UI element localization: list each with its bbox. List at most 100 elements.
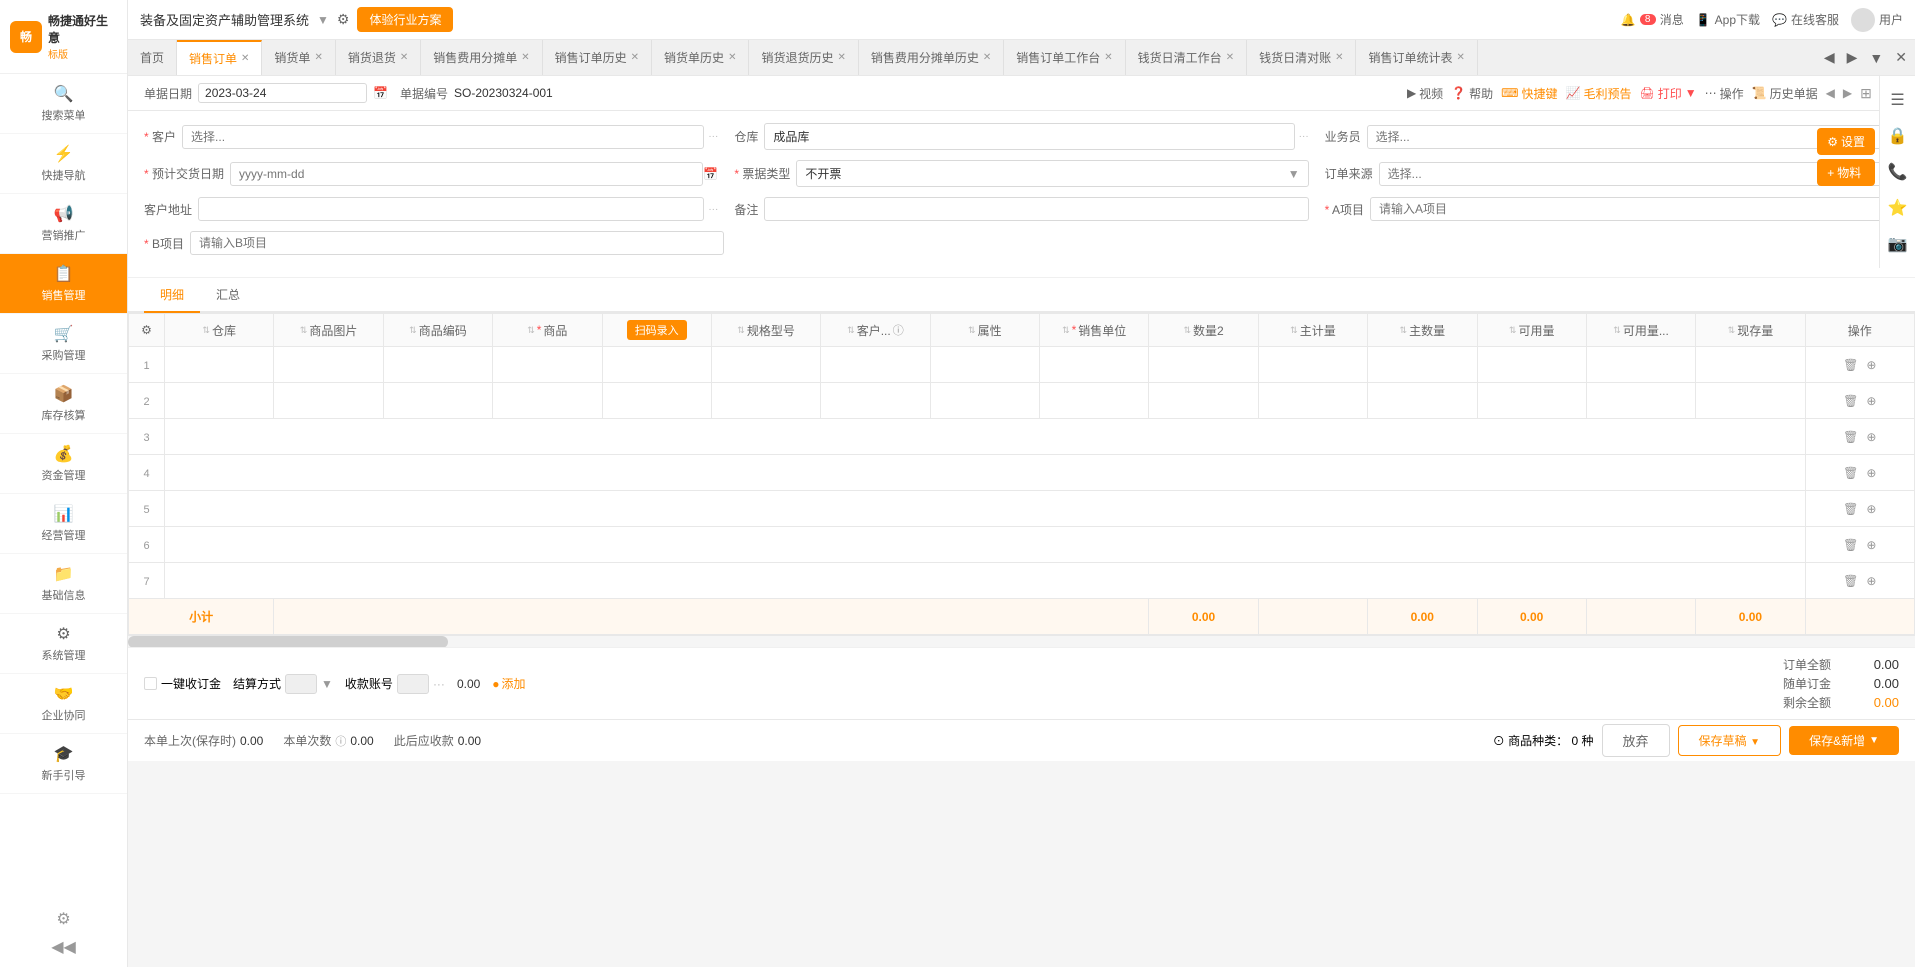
calendar-icon[interactable]: 📅	[373, 86, 388, 100]
warehouse-ellipsis[interactable]: ···	[1299, 131, 1309, 142]
tab-home[interactable]: 首页	[128, 40, 177, 76]
th-image[interactable]: ⇅ 商品图片	[274, 314, 383, 347]
payment-method-select[interactable]	[285, 674, 317, 694]
row-7-delete-btn[interactable]: 🗑	[1841, 572, 1860, 590]
sidebar-item-newbie[interactable]: 🎓 新手引导	[0, 734, 127, 794]
right-panel-camera-btn[interactable]: 📷	[1882, 228, 1914, 260]
tab-cash-reconcile[interactable]: 钱货日清对账 ✕	[1247, 40, 1356, 76]
right-panel-phone-btn[interactable]: 📞	[1882, 156, 1914, 188]
header-settings-btn[interactable]: ⚙	[337, 11, 350, 28]
row-1-unit[interactable]	[1040, 347, 1149, 383]
sidebar-item-finance[interactable]: 💰 资金管理	[0, 434, 127, 494]
date-input[interactable]	[198, 83, 367, 103]
row-4-copy-btn[interactable]: ⊕	[1864, 464, 1878, 482]
row-1-main-qty[interactable]	[1368, 347, 1477, 383]
tab-nav-left[interactable]: ◀	[1820, 47, 1839, 68]
tab-expense-history-close[interactable]: ✕	[983, 52, 991, 63]
sidebar-settings-icon[interactable]: ⚙	[56, 909, 70, 929]
save-draft-button[interactable]: 保存草稿 ▼	[1678, 725, 1782, 756]
tab-close-all[interactable]: ✕	[1891, 47, 1911, 68]
row-2-copy-btn[interactable]: ⊕	[1864, 392, 1878, 410]
right-panel-star-btn[interactable]: ⭐	[1882, 192, 1914, 224]
row-1-image[interactable]	[274, 347, 383, 383]
th-attr[interactable]: ⇅ 属性	[930, 314, 1039, 347]
sidebar-item-shortcuts[interactable]: ⚡ 快捷导航	[0, 134, 127, 194]
operation-btn[interactable]: ⋯ 操作	[1705, 85, 1744, 102]
tab-goods-history[interactable]: 销货单历史 ✕	[652, 40, 749, 76]
tab-summary[interactable]: 汇总	[200, 278, 256, 313]
sidebar-item-purchase[interactable]: 🛒 采购管理	[0, 314, 127, 374]
row-1-available[interactable]	[1477, 347, 1586, 383]
th-current[interactable]: ⇅ 现存量	[1696, 314, 1805, 347]
row-5-delete-btn[interactable]: 🗑	[1841, 500, 1860, 518]
tab-nav-dropdown[interactable]: ▼	[1865, 48, 1887, 68]
row-1-delete-btn[interactable]: 🗑	[1841, 356, 1860, 374]
warehouse-value[interactable]: 成品库	[764, 123, 1294, 150]
row-2-main-qty[interactable]	[1368, 383, 1477, 419]
print-dropdown-icon[interactable]: ▼	[1685, 86, 1697, 100]
address-input[interactable]	[198, 197, 704, 221]
row-1-qty2[interactable]	[1149, 347, 1258, 383]
quick-pay-checkbox[interactable]: 一键收订金	[144, 675, 221, 692]
app-download-item[interactable]: 📱 App下载	[1696, 11, 1760, 28]
online-service-item[interactable]: 💬 在线客服	[1772, 11, 1839, 28]
th-qty2[interactable]: ⇅ 数量2	[1149, 314, 1258, 347]
tab-cash-reconcile-close[interactable]: ✕	[1335, 52, 1343, 63]
th-code[interactable]: ⇅ 商品编码	[383, 314, 492, 347]
note-input[interactable]	[764, 197, 1308, 221]
row-1-code[interactable]	[383, 347, 492, 383]
solution-button[interactable]: 体验行业方案	[357, 7, 453, 32]
row-6-copy-btn[interactable]: ⊕	[1864, 536, 1878, 554]
th-available[interactable]: ⇅ 可用量	[1477, 314, 1586, 347]
scan-btn[interactable]: 扫码录入	[627, 320, 687, 340]
add-payment-btn[interactable]: ● 添加	[492, 675, 525, 692]
row-2-customer-code[interactable]	[821, 383, 930, 419]
th-main-qty[interactable]: ⇅ 主数量	[1368, 314, 1477, 347]
row-1-attr[interactable]	[930, 347, 1039, 383]
row-2-warehouse[interactable]	[165, 383, 274, 419]
order-source-input[interactable]	[1379, 162, 1885, 186]
sidebar-collapse-icon[interactable]: ◀◀	[51, 937, 76, 957]
row-1-current[interactable]	[1696, 347, 1805, 383]
help-btn[interactable]: ❓ 帮助	[1451, 85, 1493, 102]
save-new-button[interactable]: 保存&新增 ▼	[1789, 726, 1899, 755]
tab-return-history-close[interactable]: ✕	[837, 52, 845, 63]
tab-sales-order-close[interactable]: ✕	[241, 53, 249, 64]
notification-item[interactable]: 🔔 8 消息	[1621, 11, 1684, 28]
tab-detail[interactable]: 明细	[144, 278, 200, 313]
abandon-button[interactable]: 放弃	[1602, 724, 1670, 757]
th-available2[interactable]: ⇅ 可用量...	[1586, 314, 1695, 347]
row-1-available2[interactable]	[1586, 347, 1695, 383]
payment-method-dropdown-icon[interactable]: ▼	[321, 677, 333, 691]
row-1-spec[interactable]	[711, 347, 820, 383]
tab-order-history[interactable]: 销售订单历史 ✕	[543, 40, 652, 76]
tab-return-history[interactable]: 销货退货历史 ✕	[749, 40, 858, 76]
settings-action-btn[interactable]: ⚙ 设置	[1817, 128, 1875, 155]
row-4-delete-btn[interactable]: 🗑	[1841, 464, 1860, 482]
sidebar-item-search[interactable]: 🔍 搜索菜单	[0, 74, 127, 134]
row-2-code[interactable]	[383, 383, 492, 419]
row-1-copy-btn[interactable]: ⊕	[1864, 356, 1878, 374]
row-2-delete-btn[interactable]: 🗑	[1841, 392, 1860, 410]
add-goods-btn[interactable]: + 物料	[1817, 159, 1875, 186]
tab-nav-right[interactable]: ▶	[1843, 47, 1862, 68]
row-7-copy-btn[interactable]: ⊕	[1864, 572, 1878, 590]
th-spec[interactable]: ⇅ 规格型号	[711, 314, 820, 347]
shortcut-btn[interactable]: ⌨ 快捷键	[1501, 85, 1557, 102]
row-1-warehouse[interactable]	[165, 347, 274, 383]
right-panel-list-btn[interactable]: ☰	[1884, 84, 1910, 116]
row-1-customer-code[interactable]	[821, 347, 930, 383]
save-draft-dropdown-icon[interactable]: ▼	[1750, 737, 1760, 748]
a-project-input[interactable]	[1370, 197, 1899, 221]
staff-input[interactable]	[1367, 125, 1885, 149]
bank-select[interactable]	[397, 674, 429, 694]
row-2-available[interactable]	[1477, 383, 1586, 419]
prev-record-btn[interactable]: ◀	[1826, 86, 1835, 100]
th-unit[interactable]: ⇅ * 销售单位	[1040, 314, 1149, 347]
tab-sales-goods[interactable]: 销货单 ✕	[262, 40, 335, 76]
sidebar-item-inventory[interactable]: 📦 库存核算	[0, 374, 127, 434]
bank-ellipsis[interactable]: ···	[433, 677, 445, 691]
sidebar-item-system[interactable]: ⚙ 系统管理	[0, 614, 127, 674]
sidebar-item-operations[interactable]: 📊 经营管理	[0, 494, 127, 554]
th-customer-code[interactable]: ⇅ 客户... ⓘ	[821, 314, 930, 347]
